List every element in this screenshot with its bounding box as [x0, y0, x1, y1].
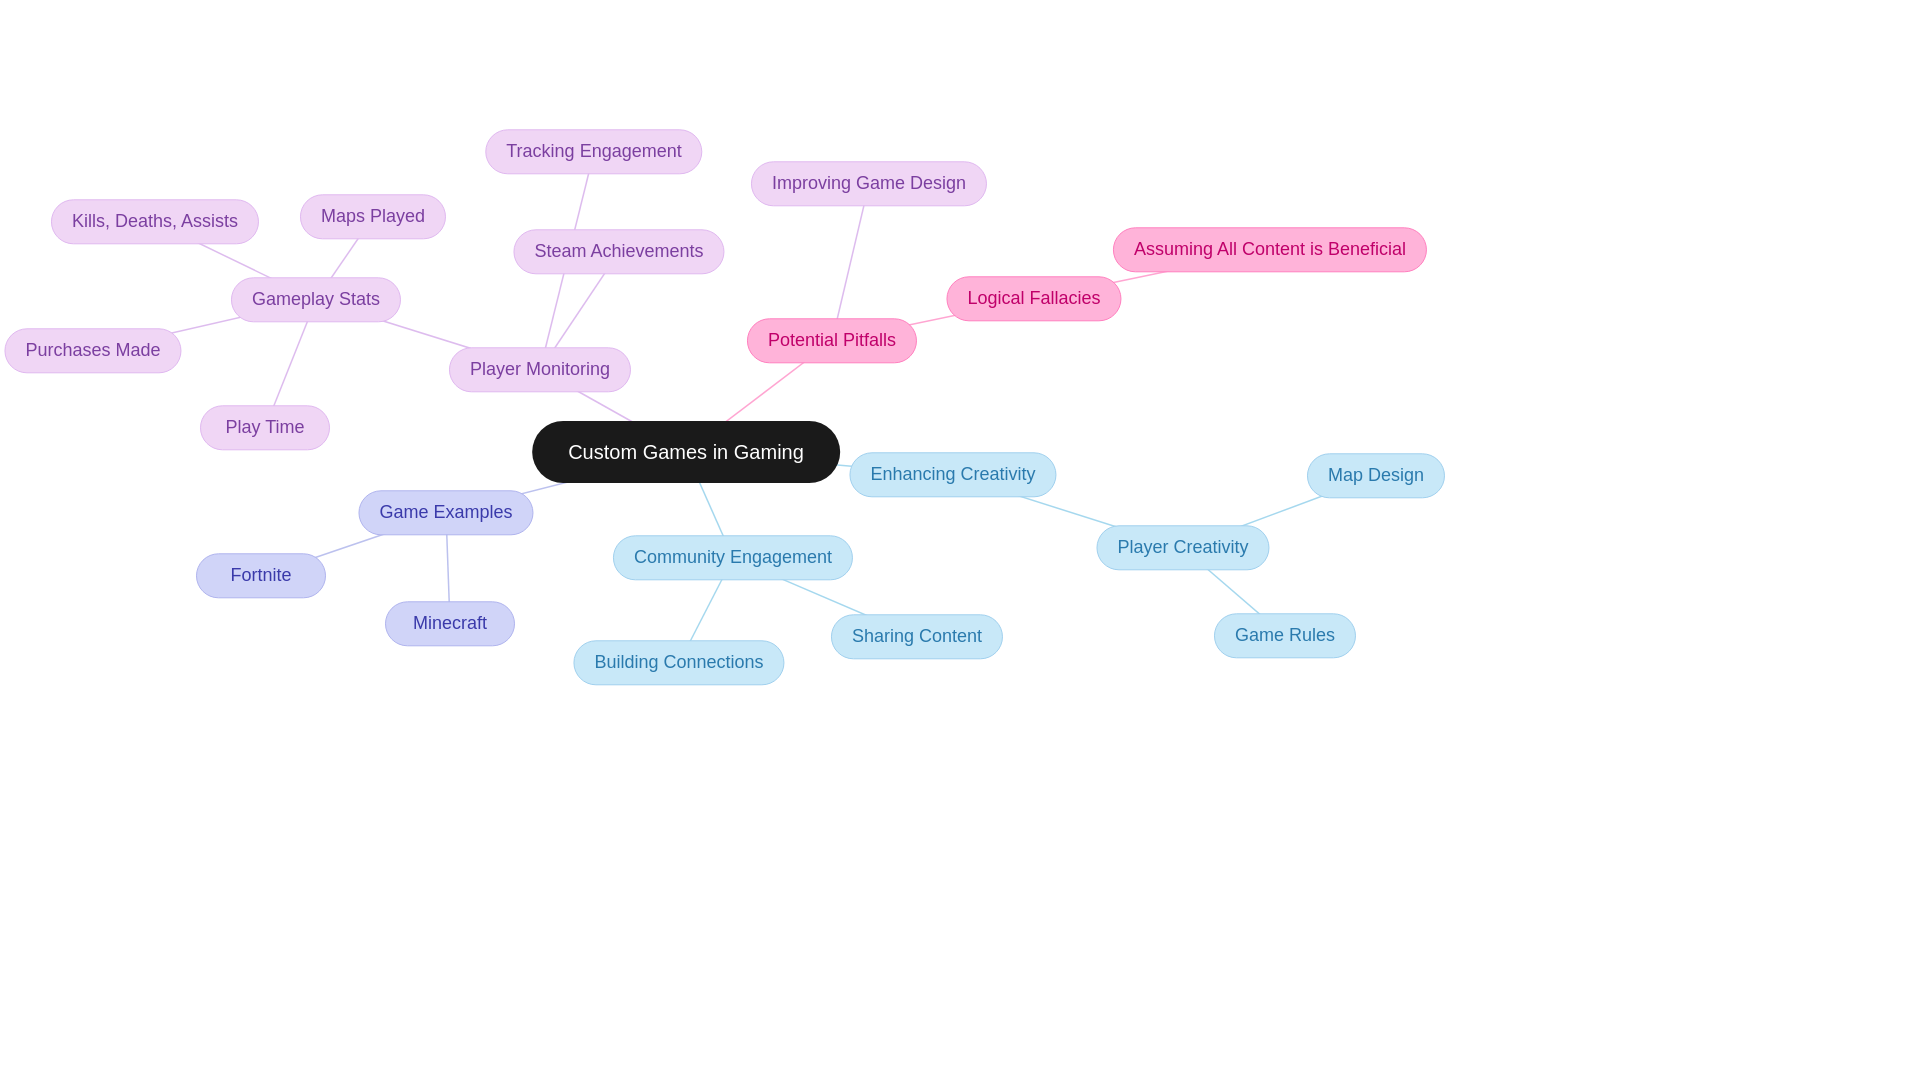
node-playTime[interactable]: Play Time: [200, 405, 330, 450]
node-minecraft[interactable]: Minecraft: [385, 601, 515, 646]
node-potentialPitfalls[interactable]: Potential Pitfalls: [747, 318, 917, 363]
node-communityEngagement[interactable]: Community Engagement: [613, 535, 853, 580]
node-fortnite[interactable]: Fortnite: [196, 553, 326, 598]
node-gameRules[interactable]: Game Rules: [1214, 613, 1356, 658]
node-enhancingCreativity[interactable]: Enhancing Creativity: [849, 452, 1056, 497]
node-center[interactable]: Custom Games in Gaming: [532, 421, 840, 483]
node-mapsPlayed[interactable]: Maps Played: [300, 194, 446, 239]
node-gameExamples[interactable]: Game Examples: [358, 490, 533, 535]
node-playerMonitoring[interactable]: Player Monitoring: [449, 347, 631, 392]
node-killsDeaths[interactable]: Kills, Deaths, Assists: [51, 199, 259, 244]
node-purchasesMade[interactable]: Purchases Made: [4, 328, 181, 373]
node-playerCreativity[interactable]: Player Creativity: [1096, 525, 1269, 570]
node-buildingConnections[interactable]: Building Connections: [573, 640, 784, 685]
node-sharingContent[interactable]: Sharing Content: [831, 614, 1003, 659]
node-logicalFallacies[interactable]: Logical Fallacies: [946, 276, 1121, 321]
node-mapDesign[interactable]: Map Design: [1307, 453, 1445, 498]
node-trackingEngagement[interactable]: Tracking Engagement: [485, 129, 702, 174]
node-gameplayStats[interactable]: Gameplay Stats: [231, 277, 401, 322]
node-assumingContent[interactable]: Assuming All Content is Beneficial: [1113, 227, 1427, 272]
node-steamAchievements[interactable]: Steam Achievements: [513, 229, 724, 274]
mindmap-container: Custom Games in Gaming Player Monitoring G…: [0, 0, 1920, 1083]
node-improvingGameDesign[interactable]: Improving Game Design: [751, 161, 987, 206]
